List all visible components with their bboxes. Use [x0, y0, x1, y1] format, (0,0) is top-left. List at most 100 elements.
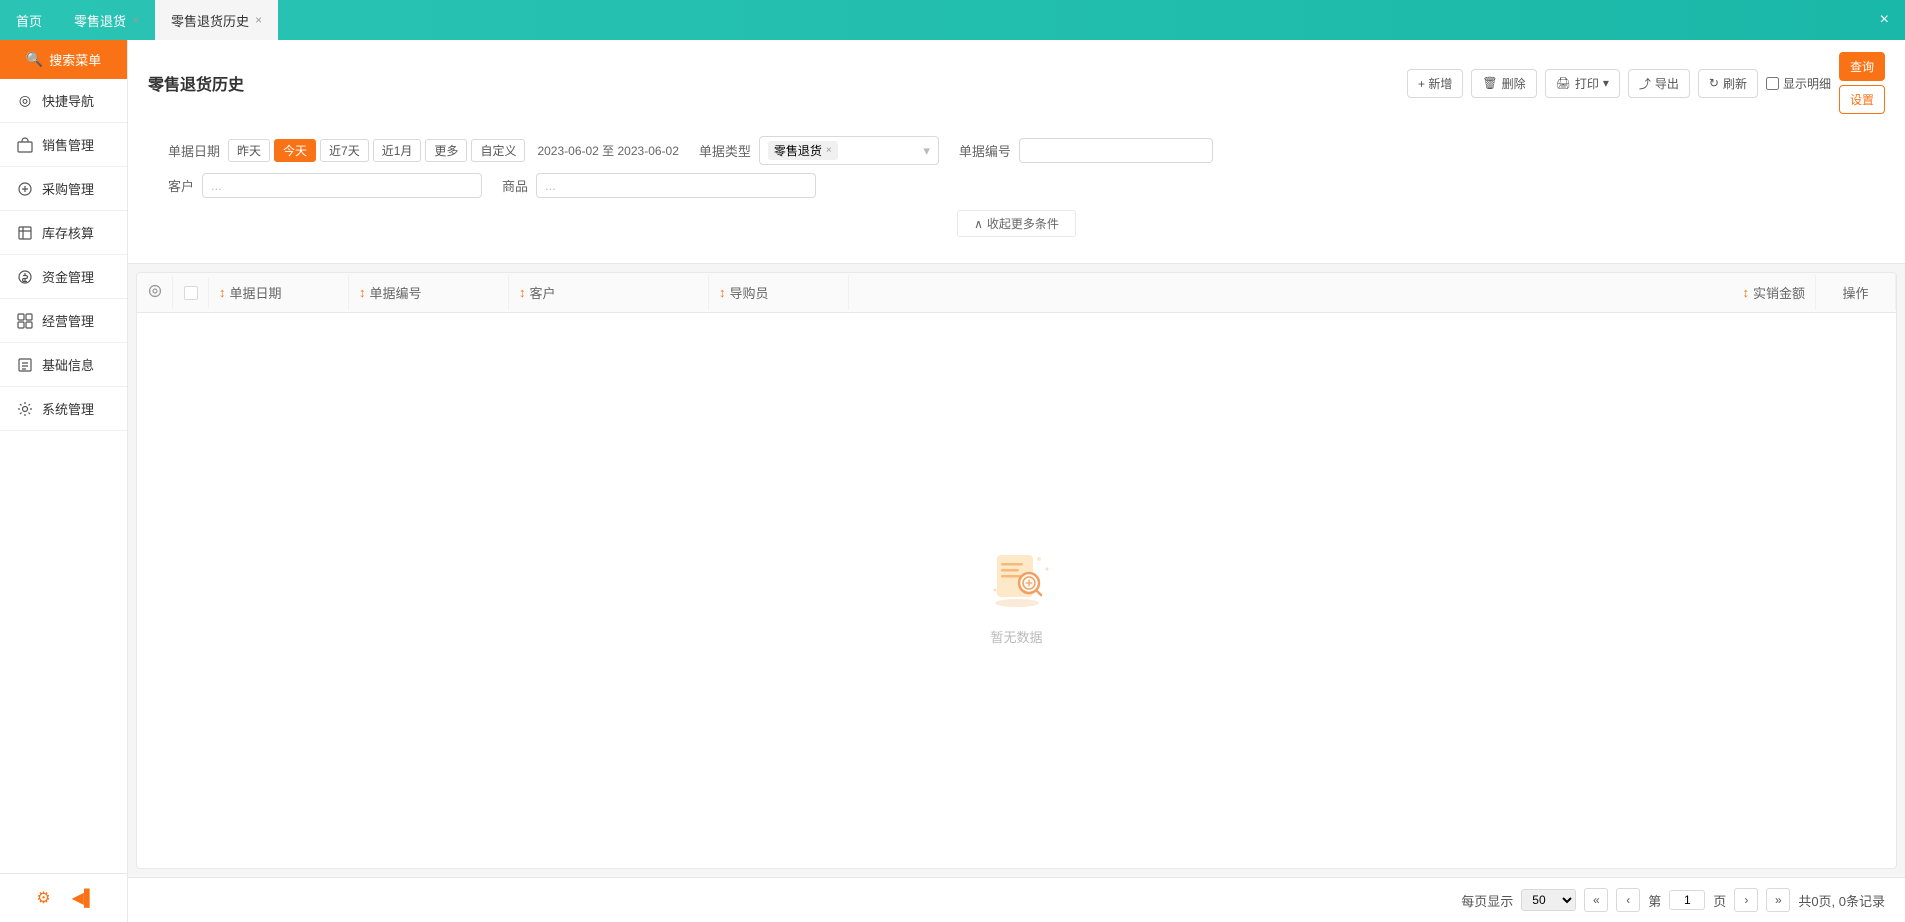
date-btn-yesterday[interactable]: 昨天	[228, 139, 270, 162]
sidebar-item-system-label: 系统管理	[42, 399, 94, 418]
export-button-label: 导出	[1655, 75, 1679, 92]
settings-button[interactable]: 设置	[1839, 85, 1885, 114]
export-button[interactable]: ⤴ 导出	[1628, 69, 1690, 98]
page-header: 零售退货历史 + 新增 🗑 删除 🖨 打印 ▾ ⤴	[128, 40, 1905, 264]
page-title-row: 零售退货历史 + 新增 🗑 删除 🖨 打印 ▾ ⤴	[148, 52, 1885, 114]
refresh-button[interactable]: ↻ 刷新	[1698, 69, 1758, 98]
customer-select[interactable]: ...	[202, 173, 482, 198]
sidebar-volume-button[interactable]: ◀▌	[68, 882, 100, 914]
tab-retail-return-close[interactable]: ×	[132, 13, 139, 27]
new-button-label: + 新增	[1418, 75, 1452, 92]
sidebar-item-inventory[interactable]: 库存核算	[0, 211, 127, 255]
tab-retail-return[interactable]: 零售退货 ×	[58, 0, 155, 40]
date-btn-today[interactable]: 今天	[274, 139, 316, 162]
goods-placeholder: ...	[545, 178, 556, 193]
th-settings[interactable]	[137, 276, 173, 309]
th-number[interactable]: ↕ 单据编号	[349, 275, 509, 310]
sort-guide-icon: ↕	[719, 285, 726, 300]
refresh-icon: ↻	[1709, 76, 1719, 90]
sidebar: 🔍 搜索菜单 ◎ 快捷导航 销售管理	[0, 40, 128, 922]
th-guide-label: 导购员	[730, 283, 769, 302]
show-detail-checkbox[interactable]: 显示明细	[1766, 75, 1831, 92]
main-layout: 🔍 搜索菜单 ◎ 快捷导航 销售管理	[0, 40, 1905, 922]
date-btn-last1month[interactable]: 近1月	[373, 139, 422, 162]
customer-placeholder: ...	[211, 178, 222, 193]
date-filter-label: 单据日期	[168, 141, 220, 160]
page-next-button[interactable]: ›	[1734, 888, 1758, 912]
page-number-input[interactable]	[1669, 890, 1705, 910]
goods-select[interactable]: ...	[536, 173, 816, 198]
settings-button-label: 设置	[1850, 91, 1874, 108]
table-settings-icon[interactable]	[148, 284, 162, 301]
customer-label: 客户	[168, 176, 194, 195]
search-icon: 🔍	[26, 51, 43, 68]
empty-text: 暂无数据	[990, 627, 1042, 646]
sidebar-item-sales[interactable]: 销售管理	[0, 123, 127, 167]
th-amount-label: 实销金额	[1753, 283, 1805, 302]
collapse-button[interactable]: ∧ 收起更多条件	[957, 210, 1076, 237]
sidebar-item-purchase[interactable]: 采购管理	[0, 167, 127, 211]
date-btn-custom[interactable]: 自定义	[471, 139, 525, 162]
date-btn-last7[interactable]: 近7天	[320, 139, 369, 162]
sidebar-settings-button[interactable]: ⚙	[28, 882, 60, 914]
goods-label: 商品	[502, 176, 528, 195]
tab-list: 首页 零售退货 × 零售退货历史 ×	[0, 0, 1864, 40]
query-button-label: 查询	[1850, 58, 1874, 75]
th-date[interactable]: ↕ 单据日期	[209, 275, 349, 310]
doc-type-label: 单据类型	[699, 141, 751, 160]
sidebar-search-button[interactable]: 🔍 搜索菜单	[0, 40, 127, 79]
delete-button[interactable]: 🗑 删除	[1471, 69, 1536, 98]
sidebar-item-system[interactable]: 系统管理	[0, 387, 127, 431]
th-guide[interactable]: ↕ 导购员	[709, 275, 849, 310]
header-checkbox[interactable]	[184, 286, 198, 300]
sidebar-item-operations-label: 经营管理	[42, 311, 94, 330]
tab-retail-return-history-close[interactable]: ×	[255, 13, 262, 27]
filter-area: 单据日期 昨天 今天 近7天 近1月	[148, 126, 1885, 263]
total-label: 共0页, 0条记录	[1798, 891, 1885, 910]
sidebar-item-quick-nav[interactable]: ◎ 快捷导航	[0, 79, 127, 123]
sidebar-bottom: ⚙ ◀▌	[0, 873, 127, 922]
print-button[interactable]: 🖨 打印 ▾	[1545, 69, 1620, 98]
finance-icon	[16, 268, 34, 286]
export-icon: ⤴	[1639, 75, 1651, 92]
sidebar-item-purchase-label: 采购管理	[42, 179, 94, 198]
print-icon: 🖨	[1556, 76, 1571, 90]
goods-filter: 商品 ...	[502, 173, 816, 198]
th-customer[interactable]: ↕ 客户	[509, 275, 709, 310]
per-page-select[interactable]: 50 100 200	[1521, 889, 1576, 911]
new-button[interactable]: + 新增	[1407, 69, 1463, 98]
th-action-label: 操作	[1842, 283, 1868, 302]
sidebar-item-operations[interactable]: 经营管理	[0, 299, 127, 343]
page-first-button[interactable]: «	[1584, 888, 1608, 912]
top-bar: 首页 零售退货 × 零售退货历史 × ×	[0, 0, 1905, 40]
doc-number-input[interactable]	[1019, 138, 1213, 163]
show-detail-input[interactable]	[1766, 77, 1779, 90]
collapse-button-label: 收起更多条件	[987, 215, 1059, 232]
print-button-label: 打印	[1575, 75, 1599, 92]
th-action: 操作	[1816, 275, 1896, 310]
table-header: ↕ 单据日期 ↕ 单据编号 ↕ 客户 ↕ 导购员 ↕ 实销金额	[137, 273, 1896, 313]
tab-home[interactable]: 首页	[0, 0, 58, 40]
main-content: 零售退货历史 + 新增 🗑 删除 🖨 打印 ▾ ⤴	[128, 40, 1905, 922]
tab-retail-return-history-label: 零售退货历史	[171, 11, 249, 30]
date-btn-more[interactable]: 更多	[425, 139, 467, 162]
refresh-button-label: 刷新	[1723, 75, 1747, 92]
doc-type-filter: 单据类型 零售退货 × ▾	[699, 136, 939, 165]
print-dropdown-icon: ▾	[1603, 76, 1609, 90]
delete-button-label: 删除	[1502, 75, 1526, 92]
th-customer-label: 客户	[530, 283, 556, 302]
sidebar-item-basic-info[interactable]: 基础信息	[0, 343, 127, 387]
page-last-button[interactable]: »	[1766, 888, 1790, 912]
doc-type-tag-close[interactable]: ×	[826, 145, 832, 156]
doc-number-label: 单据编号	[959, 141, 1011, 160]
th-amount[interactable]: ↕ 实销金额	[849, 275, 1816, 310]
doc-type-select[interactable]: 零售退货 × ▾	[759, 136, 939, 165]
sort-amount-icon: ↕	[1742, 285, 1749, 300]
sidebar-item-finance[interactable]: 资金管理	[0, 255, 127, 299]
window-close-button[interactable]: ×	[1864, 11, 1905, 29]
page-prev-button[interactable]: ‹	[1616, 888, 1640, 912]
query-button[interactable]: 查询	[1839, 52, 1885, 81]
collapse-up-icon: ∧	[974, 217, 983, 231]
tab-retail-return-history[interactable]: 零售退货历史 ×	[155, 0, 278, 40]
th-checkbox[interactable]	[173, 278, 209, 308]
